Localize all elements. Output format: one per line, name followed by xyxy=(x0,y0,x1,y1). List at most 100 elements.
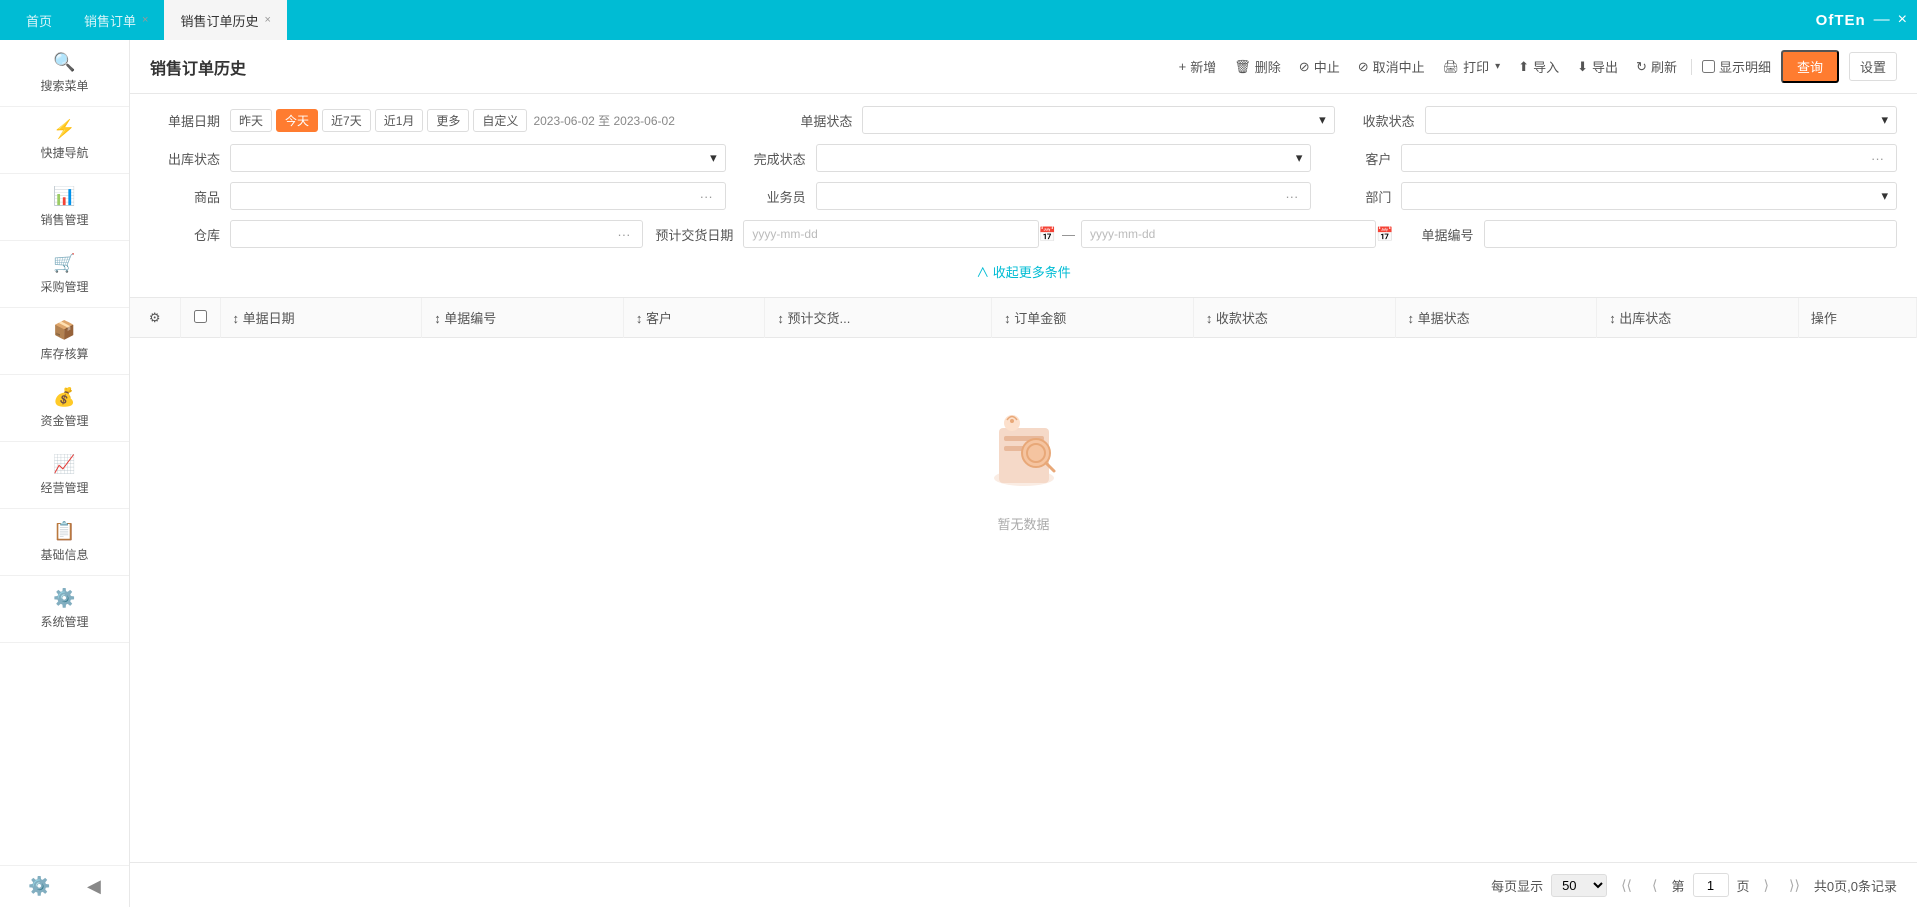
page-next-btn[interactable]: ⟩ xyxy=(1758,875,1775,896)
warehouse-select[interactable]: ··· xyxy=(230,220,643,248)
toolbar: + 新增 🗑 删除 ⊘ 中止 ⊘ 取消中止 🖨 打印 xyxy=(1175,50,1897,83)
collapse-label: ∧ 收起更多条件 xyxy=(976,265,1071,280)
sidebar-item-capital-mgmt[interactable]: 💰 资金管理 xyxy=(0,375,129,442)
th-order-status[interactable]: ↕ 单据状态 xyxy=(1395,298,1597,338)
query-button[interactable]: 查询 xyxy=(1781,50,1839,83)
filter-row-1: 单据日期 昨天 今天 近7天 近1月 更多 自定义 2023-06-02 至 2… xyxy=(150,106,1897,134)
goods-section: 商品 ··· xyxy=(150,182,726,210)
sidebar-item-base-info[interactable]: 📋 基础信息 xyxy=(0,509,129,576)
import-button[interactable]: ⬆ 导入 xyxy=(1514,55,1563,78)
tab-home[interactable]: 首页 xyxy=(10,0,68,40)
goods-dots[interactable]: ··· xyxy=(696,189,717,204)
complete-select[interactable]: ▾ xyxy=(816,144,1312,172)
sidebar-item-purchase-mgmt-label: 采购管理 xyxy=(40,278,88,295)
settings-button[interactable]: 设置 xyxy=(1849,52,1897,81)
stop-button[interactable]: ⊘ 中止 xyxy=(1295,55,1344,78)
show-detail-checkbox[interactable] xyxy=(1702,60,1715,73)
close-btn[interactable]: × xyxy=(1898,11,1907,29)
capital-mgmt-icon: 💰 xyxy=(53,387,75,408)
delivery-date-end[interactable]: yyyy-mm-dd xyxy=(1081,220,1376,248)
sales-mgmt-icon: 📊 xyxy=(53,186,75,207)
tab-list: 首页 销售订单 × 销售订单历史 × xyxy=(10,0,1816,40)
sidebar-item-ops-mgmt[interactable]: 📈 经营管理 xyxy=(0,442,129,509)
calendar-icon-start[interactable]: 📅 xyxy=(1039,226,1056,243)
th-estimated-delivery[interactable]: ↕ 预计交货... xyxy=(765,298,992,338)
th-customer[interactable]: ↕ 客户 xyxy=(623,298,765,338)
sidebar-bottom: ⚙️ ◀ xyxy=(0,865,129,907)
show-detail-label: 显示明细 xyxy=(1719,57,1771,76)
per-page-select[interactable]: 50 10 20 100 xyxy=(1551,874,1607,897)
salesperson-section: 业务员 ··· xyxy=(736,182,1312,210)
add-button[interactable]: + 新增 xyxy=(1175,55,1221,78)
delete-button[interactable]: 🗑 删除 xyxy=(1230,55,1285,78)
tab-sales-order[interactable]: 销售订单 × xyxy=(68,0,164,40)
order-no-input[interactable] xyxy=(1484,220,1897,248)
main-layout: 🔍 搜索菜单 ⚡ 快捷导航 📊 销售管理 🛒 采购管理 📦 库存核算 💰 资金管… xyxy=(0,40,1917,907)
th-order-date[interactable]: ↕ 单据日期 xyxy=(220,298,422,338)
settings-label: 设置 xyxy=(1860,57,1886,76)
sidebar: 🔍 搜索菜单 ⚡ 快捷导航 📊 销售管理 🛒 采购管理 📦 库存核算 💰 资金管… xyxy=(0,40,130,907)
refresh-button[interactable]: ↻ 刷新 xyxy=(1632,55,1681,78)
export-button[interactable]: ⬇ 导出 xyxy=(1573,55,1622,78)
date-filter-content: 昨天 今天 近7天 近1月 更多 自定义 2023-06-02 至 2023-0… xyxy=(230,109,782,132)
th-order-amount[interactable]: ↕ 订单金额 xyxy=(992,298,1194,338)
th-settings[interactable]: ⚙ xyxy=(130,298,180,338)
sidebar-item-inventory-calc[interactable]: 📦 库存核算 xyxy=(0,308,129,375)
outbound-select[interactable]: ▾ xyxy=(230,144,726,172)
sidebar-item-sys-mgmt[interactable]: ⚙️ 系统管理 xyxy=(0,576,129,643)
tab-sales-order-label: 销售订单 xyxy=(84,11,136,30)
filter-row-4: 仓库 ··· 预计交货日期 yyyy-mm-dd 📅 — yyyy-mm-dd xyxy=(150,220,1897,248)
date-btn-today[interactable]: 今天 xyxy=(276,109,318,132)
th-outbound-status[interactable]: ↕ 出库状态 xyxy=(1597,298,1799,338)
sidebar-item-sales-mgmt[interactable]: 📊 销售管理 xyxy=(0,174,129,241)
sidebar-item-quick-nav[interactable]: ⚡ 快捷导航 xyxy=(0,107,129,174)
show-detail-checkbox-label[interactable]: 显示明细 xyxy=(1702,57,1771,76)
tab-sales-order-close[interactable]: × xyxy=(142,14,148,26)
warehouse-dots[interactable]: ··· xyxy=(613,227,634,242)
tab-sales-history[interactable]: 销售订单历史 × xyxy=(164,0,286,40)
sidebar-item-search-menu[interactable]: 🔍 搜索菜单 xyxy=(0,40,129,107)
page-last-btn[interactable]: ⟩⟩ xyxy=(1783,875,1806,896)
date-btn-last7[interactable]: 近7天 xyxy=(322,109,371,132)
page-num-input[interactable] xyxy=(1693,873,1729,897)
cancel-stop-button[interactable]: ⊘ 取消中止 xyxy=(1354,55,1429,78)
complete-section: 完成状态 ▾ xyxy=(736,144,1312,172)
page-title: 销售订单历史 xyxy=(150,55,246,79)
date-btn-last1m[interactable]: 近1月 xyxy=(375,109,424,132)
dept-section: 部门 ▾ xyxy=(1321,182,1897,210)
th-order-no[interactable]: ↕ 单据编号 xyxy=(422,298,624,338)
salesperson-select[interactable]: ··· xyxy=(816,182,1312,210)
refresh-icon: ↻ xyxy=(1636,59,1647,75)
delivery-date-start[interactable]: yyyy-mm-dd xyxy=(743,220,1038,248)
goods-select[interactable]: ··· xyxy=(230,182,726,210)
sidebar-item-search-menu-label: 搜索菜单 xyxy=(40,77,88,94)
th-checkbox[interactable] xyxy=(180,298,220,338)
outbound-section: 出库状态 ▾ xyxy=(150,144,726,172)
tab-sales-history-close[interactable]: × xyxy=(264,14,270,26)
warehouse-label: 仓库 xyxy=(150,225,230,244)
date-btn-more[interactable]: 更多 xyxy=(427,109,469,132)
select-all-checkbox[interactable] xyxy=(194,310,207,323)
calendar-icon-end[interactable]: 📅 xyxy=(1376,226,1393,243)
customer-select[interactable]: ··· xyxy=(1401,144,1897,172)
salesperson-dots[interactable]: ··· xyxy=(1281,189,1302,204)
dept-select[interactable]: ▾ xyxy=(1401,182,1897,210)
th-payment-status[interactable]: ↕ 收款状态 xyxy=(1193,298,1395,338)
collapse-row[interactable]: ∧ 收起更多条件 xyxy=(150,258,1897,285)
customer-dots[interactable]: ··· xyxy=(1867,151,1888,166)
page-first-btn[interactable]: ⟨⟨ xyxy=(1615,875,1638,896)
sidebar-collapse-icon[interactable]: ◀ xyxy=(87,876,101,897)
sidebar-item-purchase-mgmt[interactable]: 🛒 采购管理 xyxy=(0,241,129,308)
order-status-select[interactable]: ▾ xyxy=(862,106,1334,134)
date-btn-yesterday[interactable]: 昨天 xyxy=(230,109,272,132)
empty-state-icon xyxy=(974,398,1074,498)
minimize-btn[interactable]: — xyxy=(1874,11,1890,29)
page-prev-btn[interactable]: ⟨ xyxy=(1646,875,1663,896)
sidebar-settings-icon[interactable]: ⚙️ xyxy=(28,876,50,897)
th-outbound-status-label: ↕ 出库状态 xyxy=(1609,311,1671,326)
print-button[interactable]: 🖨 打印 ▾ xyxy=(1439,55,1505,78)
warehouse-section: 仓库 ··· xyxy=(150,220,643,248)
pay-status-select[interactable]: ▾ xyxy=(1425,106,1897,134)
date-btn-custom[interactable]: 自定义 xyxy=(473,109,527,132)
order-status-section: 单据状态 ▾ xyxy=(782,106,1334,134)
